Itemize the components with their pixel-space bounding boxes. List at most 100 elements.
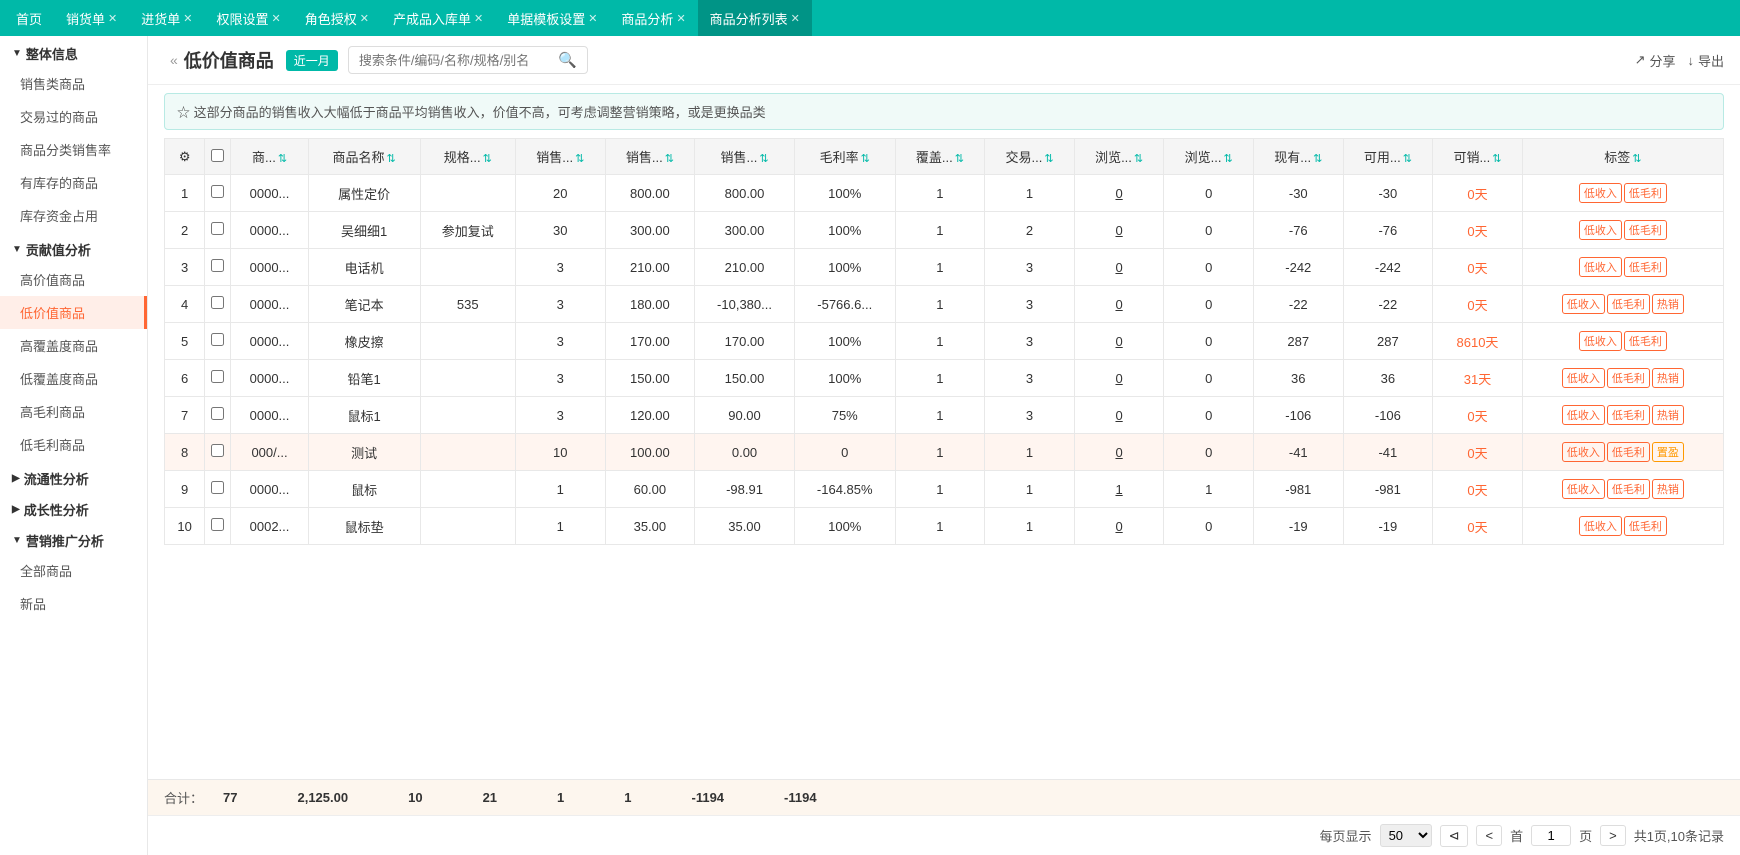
time-filter-btn[interactable]: 近一月 [286, 50, 338, 71]
col-gross[interactable]: 毛利率⇅ [794, 139, 895, 175]
sidebar-item-sale-goods[interactable]: 销售类商品 [0, 67, 147, 100]
sidebar-item-low-value[interactable]: 低价值商品 [0, 296, 147, 329]
nav-close-template[interactable]: ✕ [588, 12, 597, 25]
col-sale3[interactable]: 销售...⇅ [695, 139, 795, 175]
cell-view1[interactable]: 0 [1074, 323, 1164, 360]
cell-name[interactable]: 鼠标 [308, 471, 420, 508]
view1-link[interactable]: 0 [1115, 334, 1122, 349]
sidebar-item-high-profit[interactable]: 高毛利商品 [0, 395, 147, 428]
col-name[interactable]: 商品名称⇅ [308, 139, 420, 175]
prev-page-btn[interactable]: < [1476, 825, 1502, 846]
cell-checkbox[interactable] [205, 471, 231, 508]
nav-role[interactable]: 角色授权 ✕ [293, 0, 381, 36]
share-btn[interactable]: ↗ 分享 [1635, 51, 1676, 70]
col-sale1[interactable]: 销售...⇅ [515, 139, 605, 175]
cell-name[interactable]: 吴细细1 [308, 212, 420, 249]
cell-checkbox[interactable] [205, 286, 231, 323]
sidebar-group-flow[interactable]: ▶ 流通性分析 [0, 461, 147, 492]
sidebar-item-stock-goods[interactable]: 有库存的商品 [0, 166, 147, 199]
cell-name[interactable]: 笔记本 [308, 286, 420, 323]
nav-close-analysis-list[interactable]: ✕ [791, 12, 800, 25]
nav-template[interactable]: 单据模板设置 ✕ [495, 0, 609, 36]
sidebar-item-low-profit[interactable]: 低毛利商品 [0, 428, 147, 461]
nav-home[interactable]: 首页 [4, 0, 54, 36]
nav-close-sales[interactable]: ✕ [108, 12, 117, 25]
cell-checkbox[interactable] [205, 212, 231, 249]
search-input[interactable] [359, 53, 558, 68]
cell-checkbox[interactable] [205, 360, 231, 397]
view1-link[interactable]: 0 [1115, 260, 1122, 275]
sidebar-item-stock-capital[interactable]: 库存资金占用 [0, 199, 147, 232]
col-spec[interactable]: 规格...⇅ [420, 139, 515, 175]
view1-link[interactable]: 0 [1115, 519, 1122, 534]
view1-link[interactable]: 0 [1115, 186, 1122, 201]
cell-checkbox[interactable] [205, 397, 231, 434]
page-input[interactable] [1531, 825, 1571, 846]
nav-close-products[interactable]: ✕ [474, 12, 483, 25]
view1-link[interactable]: 1 [1115, 482, 1122, 497]
cell-name[interactable]: 橡皮擦 [308, 323, 420, 360]
col-view2[interactable]: 浏览...⇅ [1164, 139, 1254, 175]
sidebar-group-growth[interactable]: ▶ 成长性分析 [0, 492, 147, 523]
col-checkbox[interactable] [205, 139, 231, 175]
table-container[interactable]: ⚙ 商...⇅ 商品名称⇅ 规格...⇅ 销售...⇅ 销售...⇅ 销售...… [148, 138, 1740, 779]
cell-view1[interactable]: 1 [1074, 471, 1164, 508]
row-checkbox[interactable] [211, 444, 224, 457]
cell-checkbox[interactable] [205, 508, 231, 545]
sidebar-item-high-value[interactable]: 高价值商品 [0, 263, 147, 296]
sidebar-group-marketing[interactable]: ▼ 营销推广分析 [0, 523, 147, 554]
sidebar-item-all-goods[interactable]: 全部商品 [0, 554, 147, 587]
cell-view1[interactable]: 0 [1074, 360, 1164, 397]
row-checkbox[interactable] [211, 481, 224, 494]
view1-link[interactable]: 0 [1115, 297, 1122, 312]
nav-close-purchase[interactable]: ✕ [183, 12, 192, 25]
col-code[interactable]: 商...⇅ [231, 139, 308, 175]
sidebar-item-high-coverage[interactable]: 高覆盖度商品 [0, 329, 147, 362]
cell-view1[interactable]: 0 [1074, 249, 1164, 286]
next-page-btn[interactable]: > [1600, 825, 1626, 846]
cell-checkbox[interactable] [205, 175, 231, 212]
nav-permission[interactable]: 权限设置 ✕ [204, 0, 292, 36]
nav-sales[interactable]: 销货单 ✕ [54, 0, 129, 36]
nav-close-analysis[interactable]: ✕ [676, 12, 685, 25]
nav-close-permission[interactable]: ✕ [272, 12, 281, 25]
sidebar-item-category-rate[interactable]: 商品分类销售率 [0, 133, 147, 166]
col-stock2[interactable]: 可用...⇅ [1343, 139, 1433, 175]
cell-view1[interactable]: 0 [1074, 434, 1164, 471]
cell-view1[interactable]: 0 [1074, 397, 1164, 434]
sidebar-item-new-goods[interactable]: 新品 [0, 587, 147, 620]
view1-link[interactable]: 0 [1115, 445, 1122, 460]
nav-analysis-list[interactable]: 商品分析列表 ✕ [698, 0, 812, 36]
collapse-btn[interactable]: « [164, 50, 184, 70]
row-checkbox[interactable] [211, 333, 224, 346]
nav-close-role[interactable]: ✕ [360, 12, 369, 25]
nav-purchase[interactable]: 进货单 ✕ [129, 0, 204, 36]
col-sale2[interactable]: 销售...⇅ [605, 139, 695, 175]
cell-view1[interactable]: 0 [1074, 175, 1164, 212]
cell-checkbox[interactable] [205, 323, 231, 360]
sidebar-item-low-coverage[interactable]: 低覆盖度商品 [0, 362, 147, 395]
col-stock3[interactable]: 可销...⇅ [1433, 139, 1523, 175]
sidebar-group-overall[interactable]: ▼ 整体信息 [0, 36, 147, 67]
row-checkbox[interactable] [211, 259, 224, 272]
nav-products[interactable]: 产成品入库单 ✕ [381, 0, 495, 36]
cell-view1[interactable]: 0 [1074, 508, 1164, 545]
select-all-checkbox[interactable] [211, 149, 224, 162]
sidebar-item-traded-goods[interactable]: 交易过的商品 [0, 100, 147, 133]
cell-checkbox[interactable] [205, 249, 231, 286]
cell-checkbox[interactable] [205, 434, 231, 471]
first-page-btn[interactable]: ⊲ [1440, 825, 1469, 847]
view1-link[interactable]: 0 [1115, 408, 1122, 423]
col-stock1[interactable]: 现有...⇅ [1253, 139, 1343, 175]
row-checkbox[interactable] [211, 222, 224, 235]
view1-link[interactable]: 0 [1115, 223, 1122, 238]
nav-analysis[interactable]: 商品分析 ✕ [609, 0, 697, 36]
row-checkbox[interactable] [211, 518, 224, 531]
col-settings[interactable]: ⚙ [165, 139, 205, 175]
cell-view1[interactable]: 0 [1074, 286, 1164, 323]
cell-name[interactable]: 属性定价 [308, 175, 420, 212]
per-page-select[interactable]: 50 100 200 [1380, 824, 1432, 847]
row-checkbox[interactable] [211, 185, 224, 198]
col-trade[interactable]: 交易...⇅ [985, 139, 1075, 175]
cell-name[interactable]: 电话机 [308, 249, 420, 286]
